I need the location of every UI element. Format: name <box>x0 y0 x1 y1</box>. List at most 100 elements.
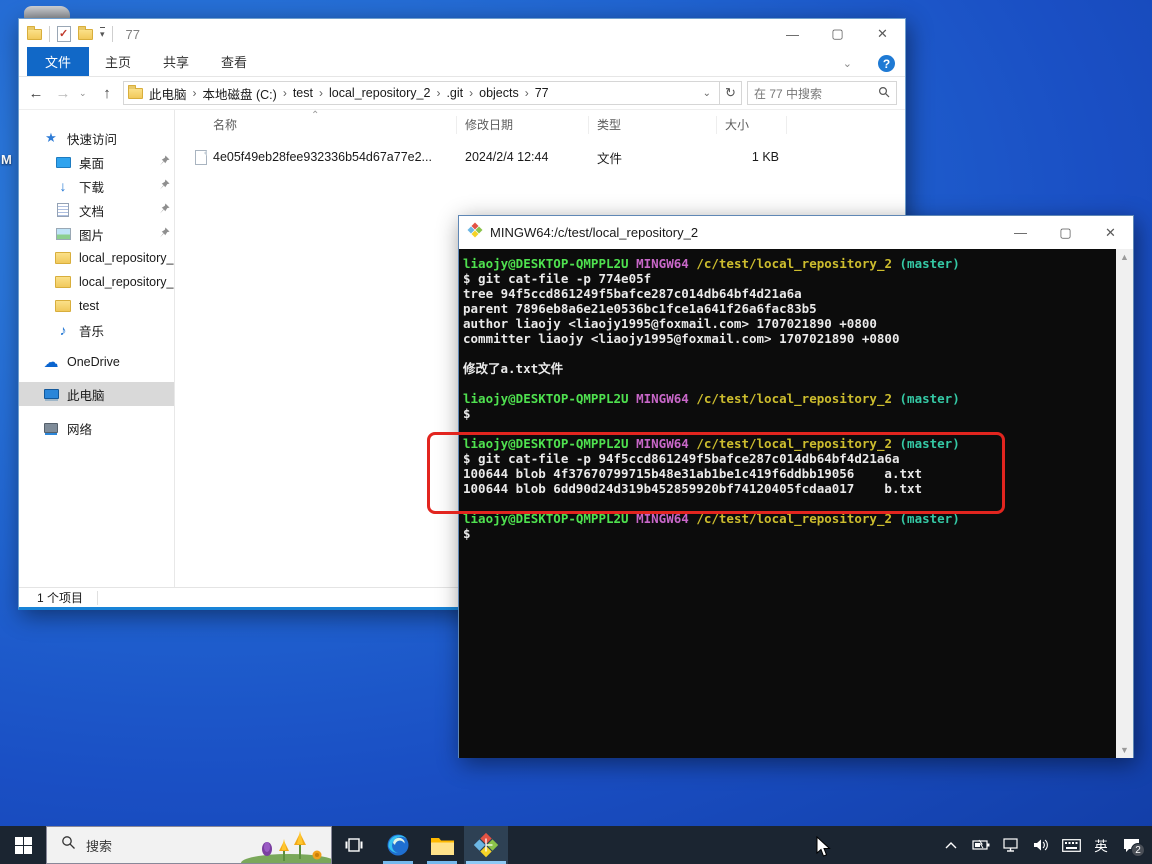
sidebar-item[interactable]: 桌面 <box>19 150 174 174</box>
menu-tab[interactable]: 主页 <box>89 47 147 76</box>
file-name: 4e05f49eb28fee932336b54d67a77e2... <box>213 150 432 164</box>
customize-toolbar-icon[interactable] <box>100 30 105 39</box>
folder-icon <box>55 275 71 289</box>
up-button[interactable]: ↑ <box>96 85 118 102</box>
sidebar-item[interactable]: test <box>19 294 174 318</box>
search-highlight-image <box>239 827 337 864</box>
address-dropdown-icon[interactable]: ⌄ <box>699 88 715 99</box>
sidebar-item[interactable]: 音乐 <box>19 318 174 342</box>
sidebar-item-label: 音乐 <box>79 324 105 339</box>
network-icon[interactable] <box>998 826 1024 864</box>
start-button[interactable] <box>0 826 46 864</box>
music-icon <box>55 323 71 337</box>
menu-tab[interactable]: 共享 <box>147 47 205 76</box>
ribbon-menubar: 文件 主页 共享 查看 ⌄ ? <box>19 47 905 77</box>
this-pc-icon <box>43 387 59 401</box>
taskbar-edge-icon[interactable] <box>376 826 420 864</box>
help-icon[interactable]: ? <box>878 55 895 72</box>
address-box[interactable]: 此电脑 › 本地磁盘 (C:) › test › local_repository_2 › .g… <box>123 81 720 105</box>
terminal-minimize-button[interactable]: — <box>998 218 1043 248</box>
desktop: M 77 — ▢ ✕ 文件主页共享查看 ⌄ ? <box>0 0 1152 864</box>
explorer-titlebar[interactable]: 77 — ▢ ✕ <box>19 19 905 49</box>
breadcrumb-item[interactable]: 此电脑 <box>145 82 191 105</box>
forward-button[interactable]: → <box>52 85 74 102</box>
taskbar-search-placeholder: 搜索 <box>86 838 113 854</box>
sidebar-item[interactable]: 文档 <box>19 198 174 222</box>
breadcrumb-item[interactable]: objects <box>475 84 523 102</box>
column-header[interactable]: 类型 <box>589 116 717 134</box>
back-button[interactable]: ← <box>25 85 47 102</box>
item-count: 1 个项目 <box>37 591 84 605</box>
downloads-icon <box>55 179 71 193</box>
touch-keyboard-icon[interactable] <box>1058 826 1084 864</box>
battery-icon[interactable] <box>968 826 994 864</box>
menu-tab[interactable]: 文件 <box>27 47 90 76</box>
input-language-indicator[interactable]: 英 <box>1088 826 1114 864</box>
column-header[interactable]: 名称 ⌃ <box>193 110 457 134</box>
notification-badge: 2 <box>1131 843 1145 857</box>
sidebar-item[interactable]: OneDrive <box>19 350 174 374</box>
terminal-line: $ <box>463 406 1116 421</box>
terminal-titlebar[interactable]: MINGW64:/c/test/local_repository_2 — ▢ ✕ <box>459 216 1133 249</box>
column-header[interactable]: 大小 <box>717 116 787 134</box>
terminal-close-button[interactable]: ✕ <box>1088 218 1133 248</box>
volume-icon[interactable] <box>1028 826 1054 864</box>
terminal-line: liaojy@DESKTOP-QMPPL2U MINGW64 /c/test/l… <box>463 256 1116 271</box>
sidebar-item-label: local_repository_1 <box>79 251 175 265</box>
sidebar-item-label: 下载 <box>79 180 105 195</box>
terminal-line: author liaojy <liaojy1995@foxmail.com> 1… <box>463 316 1116 331</box>
network-icon <box>43 421 59 435</box>
pin-icon <box>159 155 170 169</box>
taskbar-file-explorer-icon[interactable] <box>420 826 464 864</box>
breadcrumb-item[interactable]: 本地磁盘 (C:) <box>199 82 281 105</box>
maximize-button[interactable]: ▢ <box>815 19 860 49</box>
terminal-text-plain: tree 94f5ccd861249f5bafce287c014db64bf4d… <box>463 286 802 301</box>
sidebar-item[interactable]: 此电脑 <box>19 382 174 406</box>
properties-icon[interactable] <box>57 26 71 42</box>
sidebar-item[interactable]: 下载 <box>19 174 174 198</box>
expand-ribbon-icon[interactable]: ⌄ <box>843 57 852 70</box>
sidebar-item[interactable]: 网络 <box>19 416 174 440</box>
pin-icon <box>159 227 170 241</box>
refresh-button[interactable]: ↻ <box>720 81 742 105</box>
scroll-up-icon[interactable]: ▲ <box>1116 249 1133 265</box>
breadcrumb-item[interactable]: test <box>289 84 317 102</box>
terminal-text-branch: (master) <box>899 256 960 271</box>
notification-center-icon[interactable]: 2 <box>1118 826 1145 864</box>
column-header[interactable]: 修改日期 <box>457 116 589 134</box>
minimize-button[interactable]: — <box>770 19 815 49</box>
menu-tab[interactable]: 查看 <box>205 47 263 76</box>
terminal-scrollbar[interactable]: ▲ ▼ <box>1116 249 1133 758</box>
taskbar-git-bash-icon[interactable] <box>464 826 508 864</box>
scroll-down-icon[interactable]: ▼ <box>1116 742 1133 758</box>
explorer-search-box[interactable]: 在 77 中搜索 <box>747 81 897 105</box>
sidebar-item-label: 此电脑 <box>67 388 105 403</box>
breadcrumb-item[interactable]: local_repository_2 <box>325 84 434 102</box>
red-highlight-annotation <box>427 432 1005 514</box>
file-type: 文件 <box>597 151 623 166</box>
sidebar-item-label: 文档 <box>79 204 105 219</box>
sidebar-item[interactable]: 快速访问 <box>19 126 174 150</box>
sidebar-item[interactable]: local_repository_1 <box>19 246 174 270</box>
taskbar: 搜索 英 2 <box>0 826 1152 864</box>
terminal-line: $ <box>463 526 1116 541</box>
breadcrumb-separator-icon: › <box>524 86 529 100</box>
breadcrumb-item[interactable]: .git <box>442 84 467 102</box>
task-view-button[interactable] <box>332 826 376 864</box>
new-folder-icon[interactable] <box>78 25 93 40</box>
terminal-text-env: MINGW64 <box>636 256 689 271</box>
recent-locations-icon[interactable]: ⌄ <box>79 88 91 99</box>
breadcrumb-item[interactable]: 77 <box>531 84 553 102</box>
sidebar-item-label: 桌面 <box>79 156 105 171</box>
quick-access-star-icon <box>43 131 59 145</box>
taskbar-search-box[interactable]: 搜索 <box>46 826 337 864</box>
close-button[interactable]: ✕ <box>860 19 905 49</box>
hidden-icons-chevron-icon[interactable] <box>938 826 964 864</box>
breadcrumb-separator-icon: › <box>192 86 197 100</box>
terminal-maximize-button[interactable]: ▢ <box>1043 218 1088 248</box>
terminal-text-plain: $ <box>463 406 471 421</box>
sidebar-item[interactable]: 图片 <box>19 222 174 246</box>
file-row[interactable]: 4e05f49eb28fee932336b54d67a77e2... 2024/2… <box>193 144 905 170</box>
divider <box>111 26 113 42</box>
sidebar-item[interactable]: local_repository_2 <box>19 270 174 294</box>
